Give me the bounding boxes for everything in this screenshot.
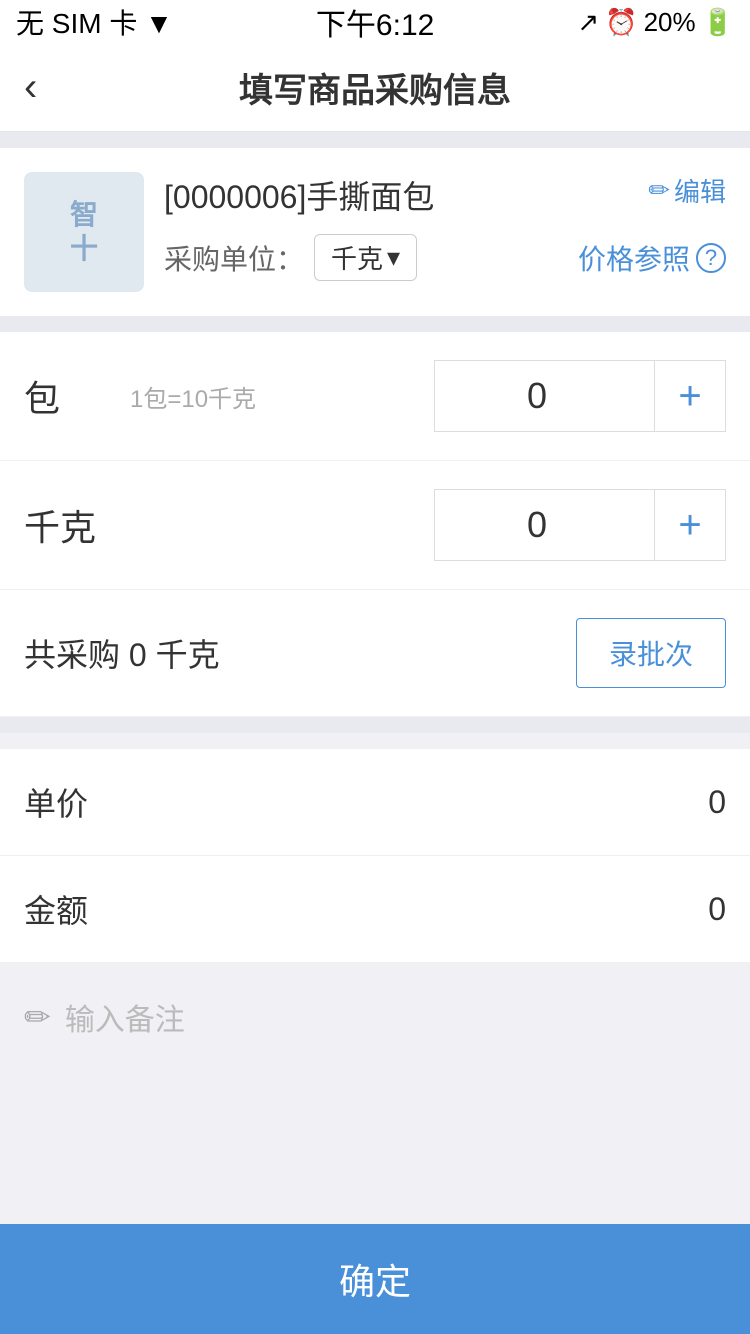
status-right: ↗ ⏰ 20% 🔋	[577, 7, 734, 38]
total-row: 共采购 0 千克 录批次	[0, 590, 750, 717]
unit-selector[interactable]: 千克 ▾	[314, 234, 417, 281]
alarm-icon: ⏰	[605, 7, 637, 38]
amount-label: 金额	[24, 886, 88, 932]
quantity-input-wrap-kg: +	[124, 489, 726, 561]
plus-button-bao[interactable]: +	[654, 360, 726, 432]
divider-top	[0, 132, 750, 148]
product-name: [0000006]手撕面包	[164, 172, 434, 218]
price-ref-button[interactable]: 价格参照 ?	[578, 238, 726, 278]
dropdown-icon: ▾	[387, 242, 400, 273]
main-spacer	[0, 1069, 750, 1224]
back-button[interactable]: ‹	[24, 65, 37, 110]
total-label: 共采购 0 千克	[24, 630, 220, 676]
edit-button[interactable]: ✏ 编辑	[648, 172, 726, 209]
note-placeholder: 输入备注	[65, 995, 185, 1039]
info-row-amount: 金额 0	[0, 856, 750, 963]
quantity-row-kg: 千克 +	[0, 461, 750, 590]
price-ref-label: 价格参照	[578, 238, 690, 278]
quantity-sublabel-bao: 1包=10千克	[130, 379, 256, 414]
info-section: 单价 0 金额 0	[0, 749, 750, 963]
quantity-input-bao[interactable]	[434, 360, 654, 432]
product-bottom-row: 采购单位： 千克 ▾ 价格参照 ?	[164, 234, 726, 281]
product-logo: 智 十	[70, 198, 98, 265]
batch-button[interactable]: 录批次	[576, 618, 726, 688]
confirm-button[interactable]: 确定	[0, 1224, 750, 1334]
quantity-input-kg[interactable]	[434, 489, 654, 561]
status-left: 无 SIM 卡 ▼	[16, 2, 173, 42]
edit-label: 编辑	[674, 172, 726, 209]
location-icon: ↗	[577, 7, 599, 38]
note-section[interactable]: ✏ 输入备注	[0, 965, 750, 1069]
quantity-row-bao: 包 1包=10千克 +	[0, 332, 750, 461]
product-card: 智 十 [0000006]手撕面包 ✏ 编辑 采购单位： 千克 ▾ 价格参照 ?	[0, 148, 750, 316]
unit-value: 千克	[331, 239, 383, 276]
unit-row: 采购单位： 千克 ▾	[164, 234, 417, 281]
battery-level: 20%	[644, 7, 696, 38]
price-value: 0	[708, 784, 726, 821]
info-row-price: 单价 0	[0, 749, 750, 856]
product-image: 智 十	[24, 172, 144, 292]
sim-status: 无 SIM 卡 ▼	[16, 2, 173, 42]
confirm-label: 确定	[339, 1253, 411, 1305]
price-label: 单价	[24, 779, 88, 825]
pencil-icon: ✏	[24, 998, 51, 1036]
quantity-label-kg: 千克	[24, 499, 124, 551]
nav-bar: ‹ 填写商品采购信息	[0, 44, 750, 132]
unit-label: 采购单位：	[164, 238, 304, 278]
quantity-label-bao: 包	[24, 370, 124, 422]
quantity-input-wrap-bao: +	[256, 360, 726, 432]
battery-icon: 🔋	[702, 7, 734, 38]
product-info: [0000006]手撕面包 ✏ 编辑 采购单位： 千克 ▾ 价格参照 ?	[164, 172, 726, 281]
divider-info	[0, 717, 750, 733]
quantity-section: 包 1包=10千克 + 千克 +	[0, 332, 750, 590]
edit-icon: ✏	[648, 175, 670, 206]
amount-value: 0	[708, 891, 726, 928]
plus-button-kg[interactable]: +	[654, 489, 726, 561]
status-bar: 无 SIM 卡 ▼ 下午6:12 ↗ ⏰ 20% 🔋	[0, 0, 750, 44]
page-title: 填写商品采购信息	[239, 63, 511, 112]
price-ref-info-icon: ?	[696, 243, 726, 273]
divider-middle	[0, 316, 750, 332]
product-top-row: [0000006]手撕面包 ✏ 编辑	[164, 172, 726, 218]
status-time: 下午6:12	[316, 0, 434, 44]
